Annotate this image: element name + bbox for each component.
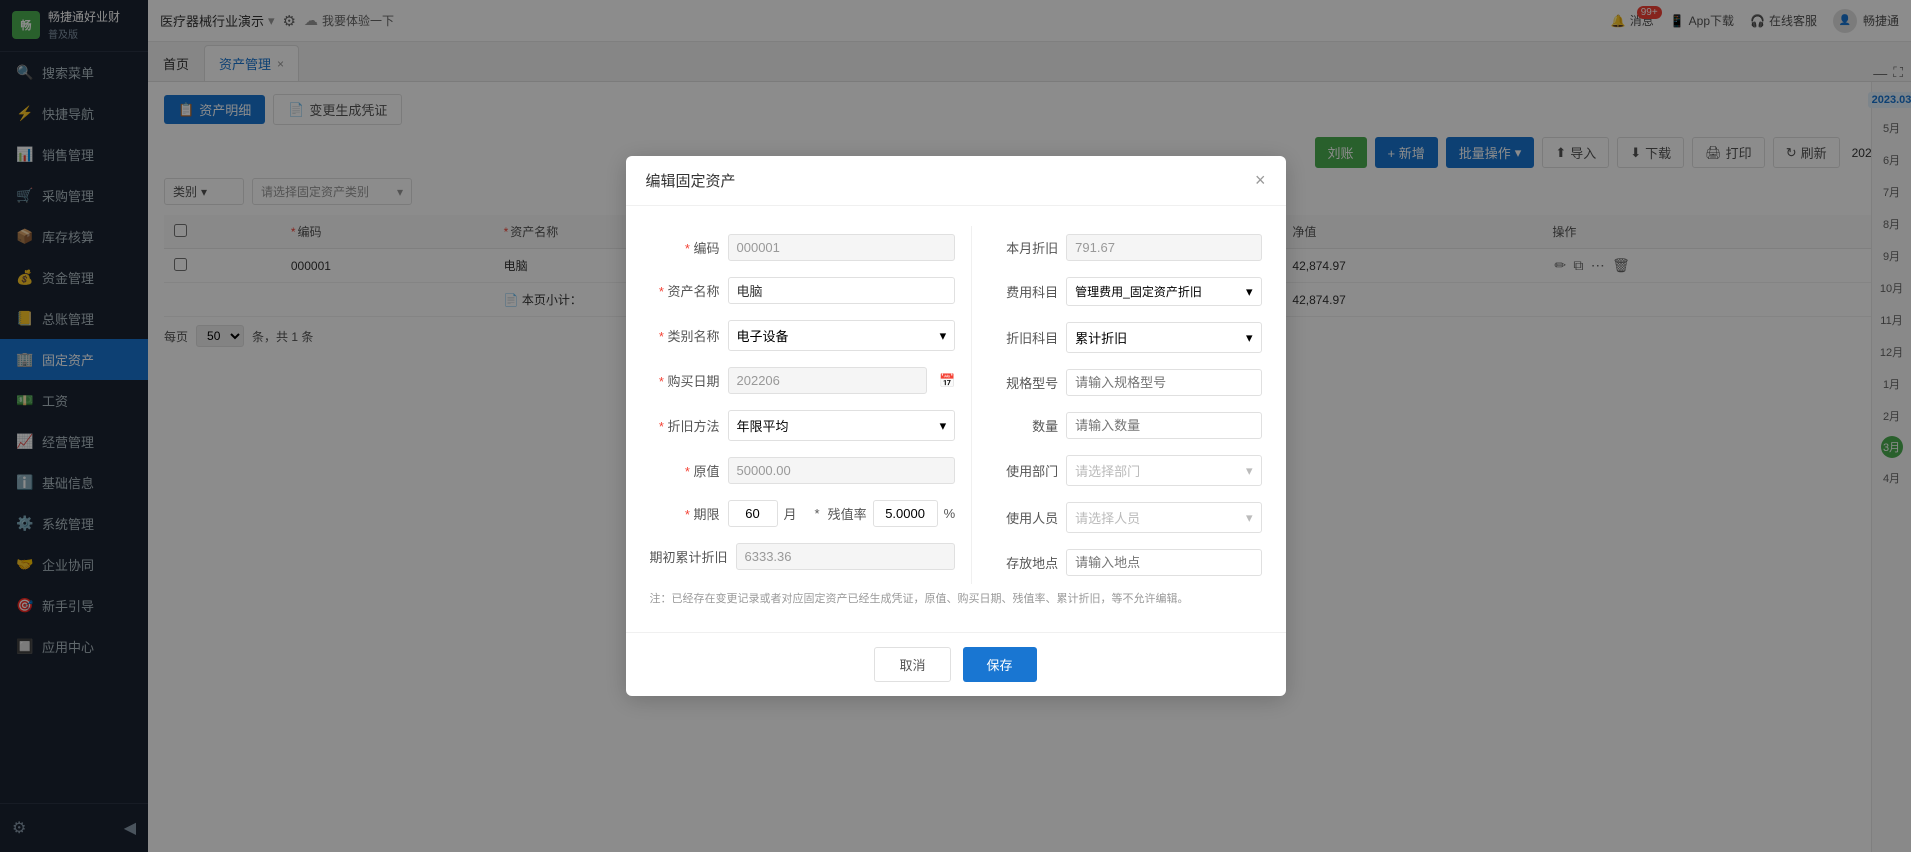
residual-rate-label: 残值率 — [828, 504, 867, 523]
calendar-icon[interactable]: 📅 — [939, 373, 955, 389]
depreciation-method-select[interactable]: 年限平均 ▾ — [728, 410, 956, 441]
modal-header: 编辑固定资产 × — [626, 156, 1286, 206]
init-dep-input[interactable] — [736, 543, 956, 570]
purchase-date-input[interactable] — [728, 367, 927, 394]
modal-right-col: 本月折旧 费用科目 管理费用_固定资产折旧 ▾ 折旧科目 累计折旧 — [972, 226, 1261, 584]
chevron-down-icon: ▾ — [940, 328, 947, 344]
form-row-code: 编码 — [650, 226, 956, 269]
dep-subject-select[interactable]: 累计折旧 ▾ — [1066, 322, 1261, 353]
asset-name-label: 资产名称 — [650, 281, 720, 300]
form-row-spec: 规格型号 — [988, 361, 1261, 404]
modal-body: 编码 资产名称 类别名称 电子设备 ▾ — [626, 206, 1286, 632]
cancel-button[interactable]: 取消 — [874, 647, 950, 682]
residual-rate-unit: % — [944, 506, 956, 521]
quantity-label: 数量 — [988, 416, 1058, 435]
chevron-down-icon: ▾ — [940, 418, 947, 434]
period-group: 月 * 残值率 % — [728, 500, 956, 527]
form-row-dep-subject: 折旧科目 累计折旧 ▾ — [988, 314, 1261, 361]
person-placeholder: 请选择人员 — [1075, 508, 1140, 527]
quantity-input[interactable] — [1066, 412, 1261, 439]
init-dep-label: 期初累计折旧 — [650, 547, 728, 566]
form-row-monthly-dep: 本月折旧 — [988, 226, 1261, 269]
modal-title: 编辑固定资产 — [646, 170, 736, 191]
category-label: 类别名称 — [650, 326, 720, 345]
form-row-quantity: 数量 — [988, 404, 1261, 447]
expense-subject-select[interactable]: 管理费用_固定资产折旧 ▾ — [1066, 277, 1261, 306]
depreciation-method-label: 折旧方法 — [650, 416, 720, 435]
chevron-down-icon: ▾ — [1246, 330, 1253, 346]
location-input[interactable] — [1066, 549, 1261, 576]
person-label: 使用人员 — [988, 508, 1058, 527]
dept-label: 使用部门 — [988, 461, 1058, 480]
residual-rate-input[interactable] — [873, 500, 938, 527]
dep-subject-label: 折旧科目 — [988, 328, 1058, 347]
modal-footer: 取消 保存 — [626, 632, 1286, 696]
spec-label: 规格型号 — [988, 373, 1058, 392]
form-row-depreciation-method: 折旧方法 年限平均 ▾ — [650, 402, 956, 449]
asset-name-input[interactable] — [728, 277, 956, 304]
monthly-dep-label: 本月折旧 — [988, 238, 1058, 257]
modal-left-col: 编码 资产名称 类别名称 电子设备 ▾ — [650, 226, 973, 584]
category-value: 电子设备 — [737, 326, 789, 345]
dep-subject-value: 累计折旧 — [1075, 328, 1127, 347]
form-row-location: 存放地点 — [988, 541, 1261, 584]
code-input[interactable] — [728, 234, 956, 261]
spec-input[interactable] — [1066, 369, 1261, 396]
form-row-expense-subject: 费用科目 管理费用_固定资产折旧 ▾ — [988, 269, 1261, 314]
chevron-down-icon: ▾ — [1246, 463, 1253, 479]
form-row-dept: 使用部门 请选择部门 ▾ — [988, 447, 1261, 494]
expense-subject-label: 费用科目 — [988, 282, 1058, 301]
dept-placeholder: 请选择部门 — [1075, 461, 1140, 480]
form-row-period: 期限 月 * 残值率 % — [650, 492, 956, 535]
save-button[interactable]: 保存 — [963, 647, 1037, 682]
period-input[interactable] — [728, 500, 778, 527]
original-value-input[interactable] — [728, 457, 956, 484]
location-label: 存放地点 — [988, 553, 1058, 572]
person-select[interactable]: 请选择人员 ▾ — [1066, 502, 1261, 533]
period-label: 期限 — [650, 504, 720, 523]
category-select[interactable]: 电子设备 ▾ — [728, 320, 956, 351]
residual-rate-required: * — [815, 506, 820, 521]
edit-asset-modal: 编辑固定资产 × 编码 资产名称 类别名称 — [626, 156, 1286, 696]
dept-select[interactable]: 请选择部门 ▾ — [1066, 455, 1261, 486]
period-unit: 月 — [784, 504, 797, 523]
expense-subject-value: 管理费用_固定资产折旧 — [1075, 283, 1202, 300]
form-row-purchase-date: 购买日期 📅 — [650, 359, 956, 402]
modal-close-btn[interactable]: × — [1255, 170, 1266, 191]
modal-overlay: 编辑固定资产 × 编码 资产名称 类别名称 — [0, 0, 1911, 852]
code-label: 编码 — [650, 238, 720, 257]
form-row-category: 类别名称 电子设备 ▾ — [650, 312, 956, 359]
original-value-label: 原值 — [650, 461, 720, 480]
chevron-down-icon: ▾ — [1246, 510, 1253, 526]
form-row-original-value: 原值 — [650, 449, 956, 492]
form-row-person: 使用人员 请选择人员 ▾ — [988, 494, 1261, 541]
form-row-init-dep: 期初累计折旧 — [650, 535, 956, 578]
form-row-asset-name: 资产名称 — [650, 269, 956, 312]
depreciation-method-value: 年限平均 — [737, 416, 789, 435]
chevron-down-icon: ▾ — [1246, 284, 1253, 300]
modal-note: 注：已经存在变更记录或者对应固定资产已经生成凭证，原值、购买日期、残值率、累计折… — [650, 584, 1262, 612]
purchase-date-label: 购买日期 — [650, 371, 720, 390]
monthly-dep-input[interactable] — [1066, 234, 1261, 261]
